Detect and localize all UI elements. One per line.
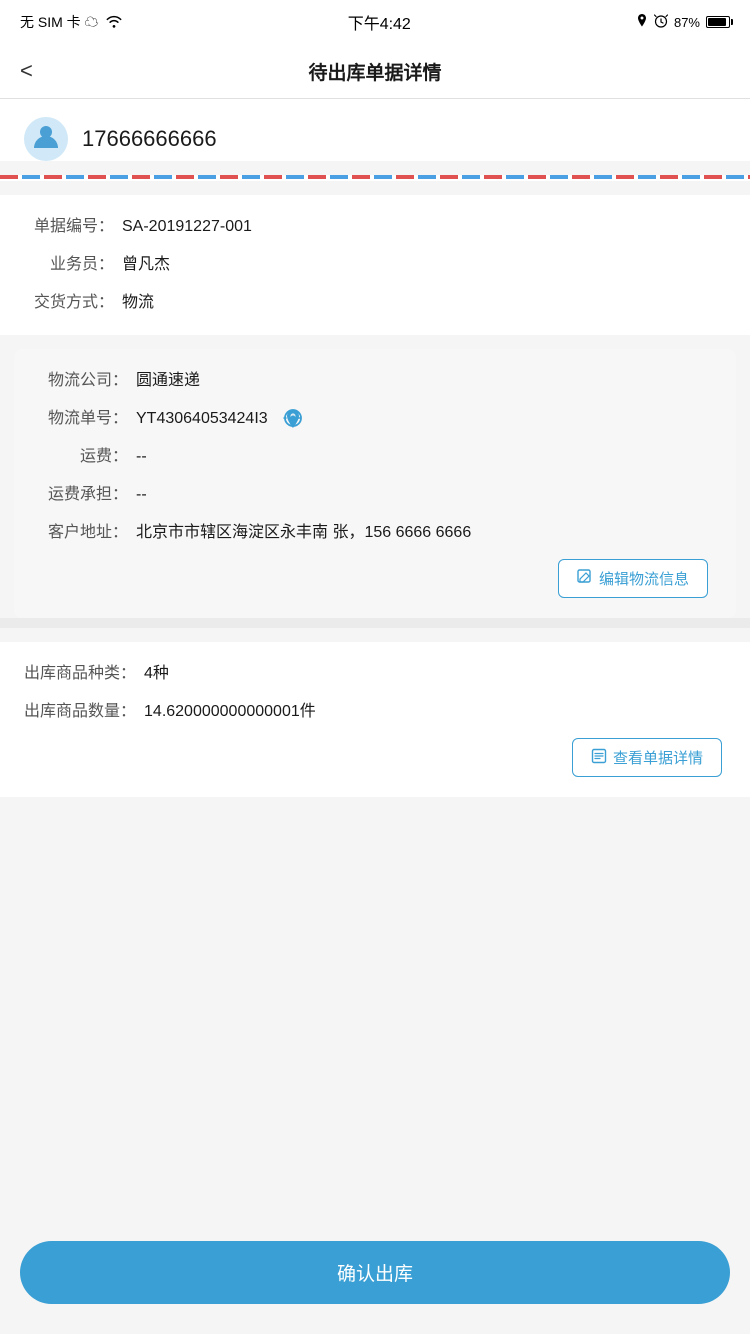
edit-logistics-btn-row: 编辑物流信息 xyxy=(38,559,712,598)
status-right: 87% xyxy=(636,14,730,31)
status-left: 无 SIM 卡 ☁ xyxy=(20,12,123,32)
edit-logistics-button[interactable]: 编辑物流信息 xyxy=(558,559,708,598)
battery-percent: 87% xyxy=(674,15,700,30)
address-value: 北京市市辖区海淀区永丰南 张，156 6666 6666 xyxy=(136,521,712,545)
alarm-icon xyxy=(654,14,668,31)
dashed-divider xyxy=(0,175,750,181)
edit-icon xyxy=(577,569,593,589)
freight-value: -- xyxy=(136,445,712,469)
outbound-quantity-label: 出库商品数量： xyxy=(24,700,136,724)
avatar xyxy=(24,117,68,161)
doc-number-value: SA-20191227-001 xyxy=(122,215,726,239)
delivery-label: 交货方式： xyxy=(24,291,114,315)
view-detail-btn-row: 查看单据详情 xyxy=(24,738,726,777)
freight-bearer-row: 运费承担： -- xyxy=(38,483,712,507)
tracking-row: 物流单号： YT43064053424I3 xyxy=(38,407,712,431)
phone-header: 17666666666 xyxy=(0,99,750,161)
outbound-quantity-value: 14.620000000000001件 xyxy=(144,700,726,724)
company-label: 物流公司： xyxy=(38,369,128,393)
nav-bar: < 待出库单据详情 xyxy=(0,44,750,99)
tracking-value: YT43064053424I3 xyxy=(136,407,712,431)
view-detail-label: 查看单据详情 xyxy=(613,747,703,768)
address-label: 客户地址： xyxy=(38,521,128,545)
wifi-icon xyxy=(105,14,123,31)
user-icon xyxy=(32,122,60,157)
outbound-quantity-row: 出库商品数量： 14.620000000000001件 xyxy=(24,700,726,724)
basic-info-section: 单据编号： SA-20191227-001 业务员： 曾凡杰 交货方式： 物流 xyxy=(0,195,750,335)
confirm-outbound-button[interactable]: 确认出库 xyxy=(20,1241,730,1304)
staff-label: 业务员： xyxy=(24,253,114,277)
delivery-row: 交货方式： 物流 xyxy=(24,291,726,315)
staff-row: 业务员： 曾凡杰 xyxy=(24,253,726,277)
bottom-area: 确认出库 xyxy=(0,1225,750,1334)
company-row: 物流公司： 圆通速递 xyxy=(38,369,712,393)
battery-icon xyxy=(706,16,730,28)
doc-number-row: 单据编号： SA-20191227-001 xyxy=(24,215,726,239)
freight-row: 运费： -- xyxy=(38,445,712,469)
back-button[interactable]: < xyxy=(20,58,33,84)
freight-label: 运费： xyxy=(38,445,128,469)
freight-bearer-label: 运费承担： xyxy=(38,483,128,507)
outbound-type-value: 4种 xyxy=(144,662,726,686)
address-row: 客户地址： 北京市市辖区海淀区永丰南 张，156 6666 6666 xyxy=(38,521,712,545)
view-detail-button[interactable]: 查看单据详情 xyxy=(572,738,722,777)
outbound-info-section: 出库商品种类： 4种 出库商品数量： 14.620000000000001件 查… xyxy=(0,642,750,797)
page-title: 待出库单据详情 xyxy=(308,58,441,85)
status-bar: 无 SIM 卡 ☁ 下午4:42 87% xyxy=(0,0,750,44)
phone-number: 17666666666 xyxy=(82,126,217,152)
delivery-value: 物流 xyxy=(122,291,726,315)
location-status-icon xyxy=(636,14,648,31)
status-time: 下午4:42 xyxy=(348,10,411,34)
detail-icon xyxy=(591,748,607,768)
doc-number-label: 单据编号： xyxy=(24,215,114,239)
logistics-section: 物流公司： 圆通速递 物流单号： YT43064053424I3 运费： -- … xyxy=(14,349,736,618)
section-separator xyxy=(0,618,750,628)
tracking-label: 物流单号： xyxy=(38,407,128,431)
location-icon[interactable] xyxy=(282,410,304,427)
bottom-spacer xyxy=(0,797,750,957)
edit-logistics-label: 编辑物流信息 xyxy=(599,568,689,589)
freight-bearer-value: -- xyxy=(136,483,712,507)
company-value: 圆通速递 xyxy=(136,369,712,393)
sim-label: 无 SIM 卡 ☁ xyxy=(20,12,99,32)
outbound-type-row: 出库商品种类： 4种 xyxy=(24,662,726,686)
staff-value: 曾凡杰 xyxy=(122,253,726,277)
outbound-type-label: 出库商品种类： xyxy=(24,662,136,686)
